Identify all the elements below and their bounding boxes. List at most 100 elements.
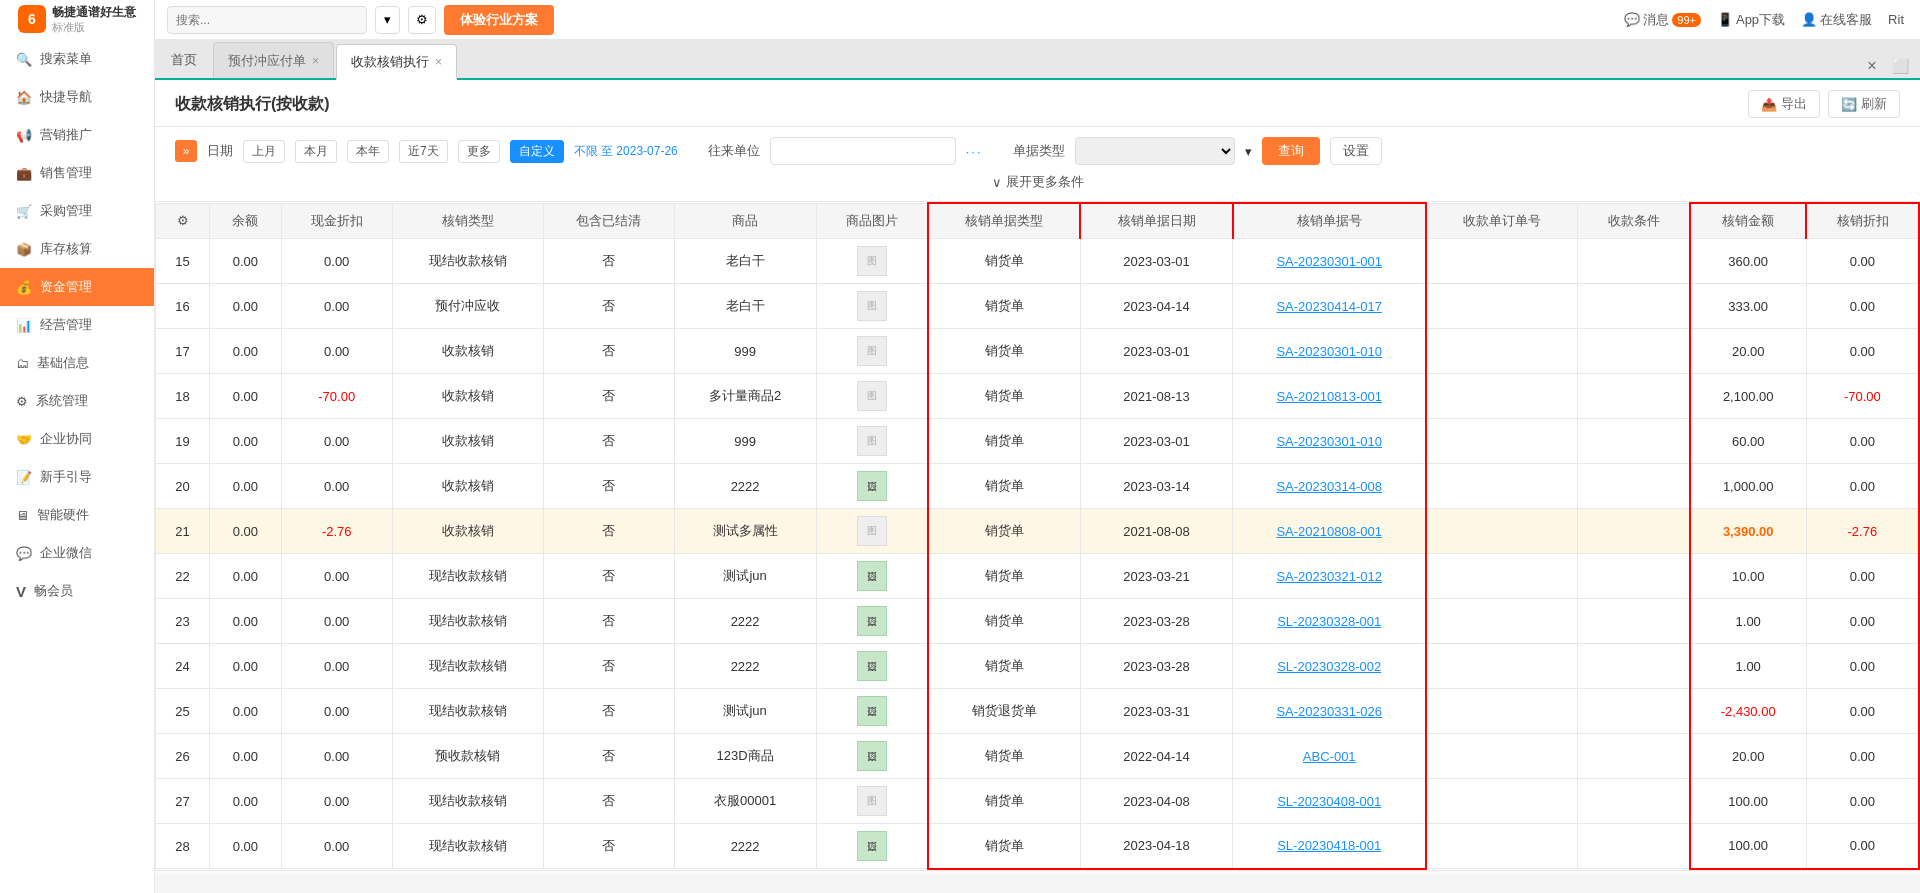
tab-close-prepay[interactable]: × [312,54,319,68]
partner-dots[interactable]: ··· [966,144,983,159]
cell-writeoff: 0.00 [1806,644,1919,689]
export-button[interactable]: 📤 导出 [1748,90,1820,118]
sidebar-item-search[interactable]: 🔍 搜索菜单 [0,40,154,78]
dropdown-button[interactable]: ▾ [375,6,400,34]
cell-seq: 17 [156,329,210,374]
tab-close-writeoff[interactable]: × [435,55,442,69]
last-month-btn[interactable]: 上月 [243,140,285,163]
cell-img: 图 [816,509,928,554]
sidebar-item-purchase[interactable]: 🛒 采购管理 [0,192,154,230]
cell-type: 现结收款核销 [392,779,543,824]
sidebar-item-wxwork[interactable]: 💬 企业微信 [0,534,154,572]
cell-settled: 否 [543,644,674,689]
sidebar-item-nav[interactable]: 🏠 快捷导航 [0,78,154,116]
refresh-button[interactable]: 🔄 刷新 [1828,90,1900,118]
cell-goods: 测试jun [674,554,816,599]
cell-seq: 15 [156,239,210,284]
cell-bill-type: 销货单 [928,644,1080,689]
cell-condition [1578,824,1690,869]
trial-button[interactable]: 体验行业方案 [444,5,554,35]
sidebar-item-collab[interactable]: 🤝 企业协同 [0,420,154,458]
sidebar-item-system[interactable]: ⚙ 系统管理 [0,382,154,420]
cell-bill-no[interactable]: SA-20230331-026 [1233,689,1427,734]
cell-discount: 0.00 [281,734,392,779]
cell-settled: 否 [543,689,674,734]
cell-balance: 0.00 [210,554,282,599]
cell-bill-no[interactable]: SA-20230301-001 [1233,239,1427,284]
cell-bill-date: 2023-03-21 [1080,554,1232,599]
sidebar-item-finance[interactable]: 💰 资金管理 [0,268,154,306]
cell-amount: 100.00 [1690,824,1806,869]
sidebar-item-inventory[interactable]: 📦 库存核算 [0,230,154,268]
setting-button[interactable]: 设置 [1330,137,1382,165]
custom-period-btn[interactable]: 自定义 [510,140,564,163]
tab-home[interactable]: 首页 [155,42,213,78]
this-year-btn[interactable]: 本年 [347,140,389,163]
sidebar-item-marketing[interactable]: 📢 营销推广 [0,116,154,154]
query-button[interactable]: 查询 [1262,137,1320,165]
cell-bill-no[interactable]: SL-20230418-001 [1233,824,1427,869]
system-icon: ⚙ [16,394,28,409]
cell-bill-no[interactable]: SL-20230328-002 [1233,644,1427,689]
cell-type: 收款核销 [392,509,543,554]
partner-input[interactable] [770,137,956,165]
cell-settled: 否 [543,239,674,284]
cell-bill-no[interactable]: SL-20230408-001 [1233,779,1427,824]
this-month-btn[interactable]: 本月 [295,140,337,163]
cell-settled: 否 [543,554,674,599]
sidebar-item-guide[interactable]: 📝 新手引导 [0,458,154,496]
sidebar-item-basic[interactable]: 🗂 基础信息 [0,344,154,382]
search-input[interactable] [167,6,367,34]
cell-bill-no[interactable]: ABC-001 [1233,734,1427,779]
cell-bill-no[interactable]: SL-20230328-001 [1233,599,1427,644]
cell-bill-no[interactable]: SA-20230314-008 [1233,464,1427,509]
gear-button[interactable]: ⚙ [408,6,436,34]
last-7days-btn[interactable]: 近7天 [399,140,448,163]
type-select[interactable] [1075,137,1235,165]
cell-settled: 否 [543,509,674,554]
cell-order-no [1426,644,1578,689]
cell-writeoff: 0.00 [1806,284,1919,329]
cell-img: 🖼 [816,599,928,644]
cell-bill-no[interactable]: SA-20230414-017 [1233,284,1427,329]
cell-writeoff: 0.00 [1806,419,1919,464]
tab-writeoff[interactable]: 收款核销执行 × [336,44,457,80]
app-download-btn[interactable]: 📱 App下载 [1717,11,1785,29]
sidebar-item-ops[interactable]: 📊 经营管理 [0,306,154,344]
expand-left-button[interactable]: » [175,140,197,162]
cell-bill-no[interactable]: SA-20230301-010 [1233,419,1427,464]
cell-bill-no[interactable]: SA-20230321-012 [1233,554,1427,599]
cell-order-no [1426,509,1578,554]
cell-amount: 60.00 [1690,419,1806,464]
sidebar-item-hardware[interactable]: 🖥 智能硬件 [0,496,154,534]
message-btn[interactable]: 💬 消息 99+ [1624,11,1701,29]
cell-order-no [1426,599,1578,644]
more-periods-btn[interactable]: 更多 [458,140,500,163]
tab-prepay[interactable]: 预付冲应付单 × [213,42,334,78]
tab-maximize-button[interactable]: ⬜ [1888,54,1912,78]
table-row: 17 0.00 0.00 收款核销 否 999 图 销货单 2023-03-01… [156,329,1920,374]
cell-bill-date: 2021-08-13 [1080,374,1232,419]
cell-bill-no[interactable]: SA-20210808-001 [1233,509,1427,554]
cell-condition [1578,689,1690,734]
cell-discount: -2.76 [281,509,392,554]
vip-icon: V [16,583,26,600]
sidebar-item-vip[interactable]: V 畅会员 [0,572,154,610]
sidebar-item-sales[interactable]: 💼 销售管理 [0,154,154,192]
cell-writeoff: 0.00 [1806,554,1919,599]
type-label: 单据类型 [1013,142,1065,160]
cell-bill-date: 2023-03-01 [1080,239,1232,284]
online-service-btn[interactable]: 👤 在线客服 [1801,11,1872,29]
expand-more-btn[interactable]: ∨ 展开更多条件 [992,173,1084,191]
cell-bill-no[interactable]: SA-20210813-001 [1233,374,1427,419]
cell-condition [1578,779,1690,824]
cell-goods: 老白干 [674,284,816,329]
cell-amount: 333.00 [1690,284,1806,329]
col-discount-header: 现金折扣 [281,203,392,239]
col-type-header: 核销类型 [392,203,543,239]
cell-bill-date: 2023-03-14 [1080,464,1232,509]
tab-minimize-button[interactable]: × [1860,54,1884,78]
cell-settled: 否 [543,374,674,419]
cell-bill-no[interactable]: SA-20230301-010 [1233,329,1427,374]
table-row: 28 0.00 0.00 现结收款核销 否 2222 🖼 销货单 2023-04… [156,824,1920,869]
